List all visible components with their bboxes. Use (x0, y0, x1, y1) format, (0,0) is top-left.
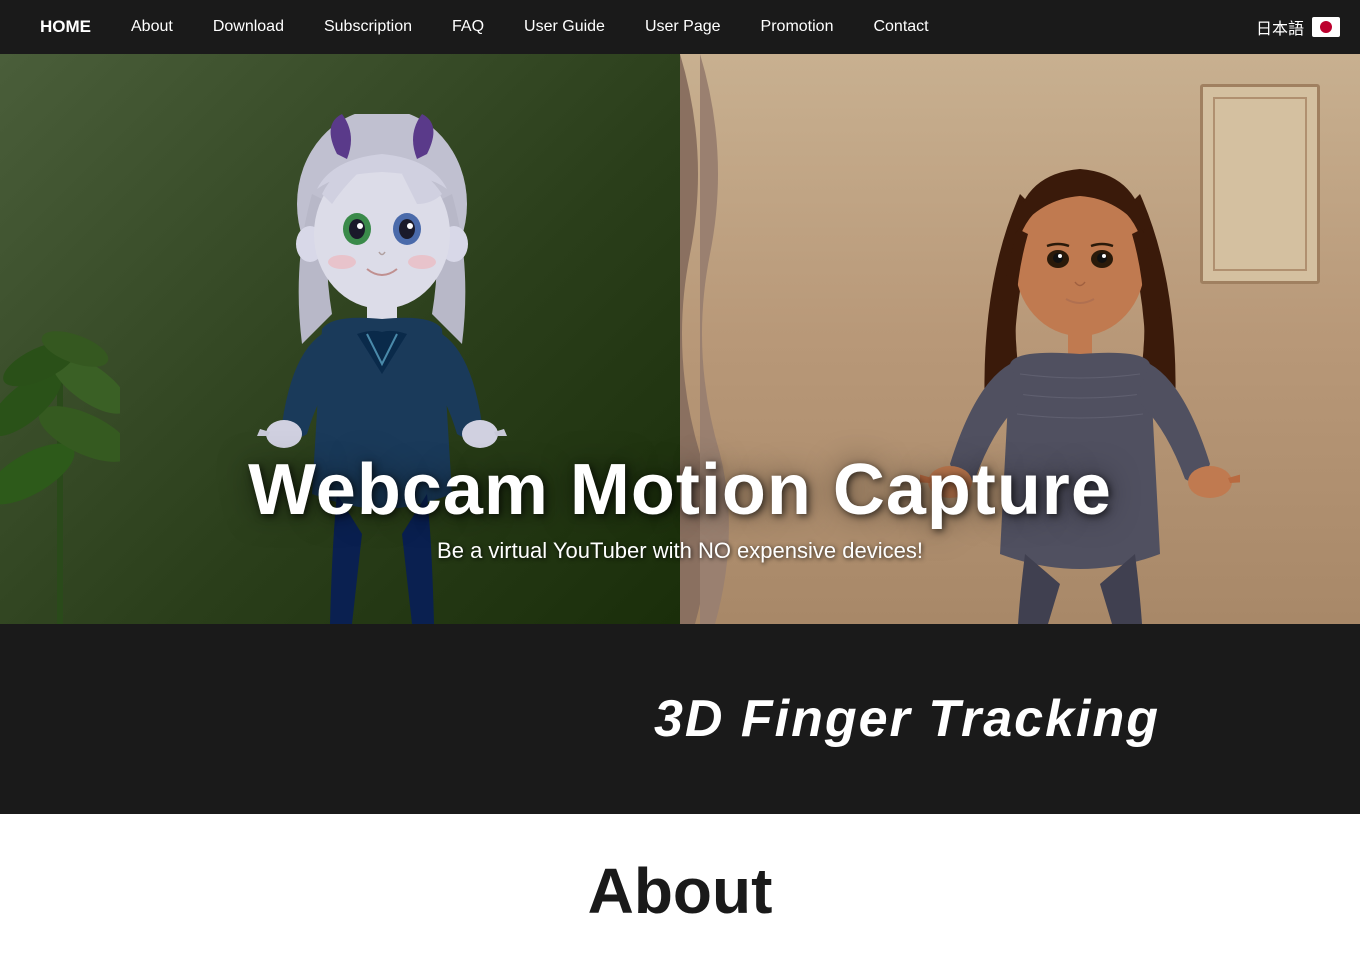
language-selector[interactable]: 日本語 (1256, 15, 1340, 39)
nav-links: HOME About Download Subscription FAQ Use… (20, 0, 1256, 54)
about-heading: About (588, 854, 773, 928)
hero-title: Webcam Motion Capture (0, 451, 1360, 530)
nav-item-download[interactable]: Download (193, 0, 304, 54)
finger-tracking-title: 3D Finger Tracking (654, 689, 1160, 749)
hero-section: Webcam Motion Capture Be a virtual YouTu… (0, 54, 1360, 624)
hero-subtitle: Be a virtual YouTuber with NO expensive … (0, 538, 1360, 564)
japan-flag-icon (1312, 17, 1340, 37)
nav-item-user-page[interactable]: User Page (625, 0, 741, 54)
about-section: About (0, 814, 1360, 968)
hero-text-overlay: Webcam Motion Capture Be a virtual YouTu… (0, 451, 1360, 564)
finger-tracking-section: 3D Finger Tracking (0, 624, 1360, 814)
nav-item-subscription[interactable]: Subscription (304, 0, 432, 54)
nav-item-user-guide[interactable]: User Guide (504, 0, 625, 54)
nav-item-home[interactable]: HOME (20, 0, 111, 54)
nav-item-contact[interactable]: Contact (853, 0, 948, 54)
lang-label: 日本語 (1256, 15, 1304, 39)
nav-item-faq[interactable]: FAQ (432, 0, 504, 54)
nav-item-promotion[interactable]: Promotion (741, 0, 854, 54)
nav-item-about[interactable]: About (111, 0, 193, 54)
navbar: HOME About Download Subscription FAQ Use… (0, 0, 1360, 54)
plant-decoration (0, 274, 120, 624)
